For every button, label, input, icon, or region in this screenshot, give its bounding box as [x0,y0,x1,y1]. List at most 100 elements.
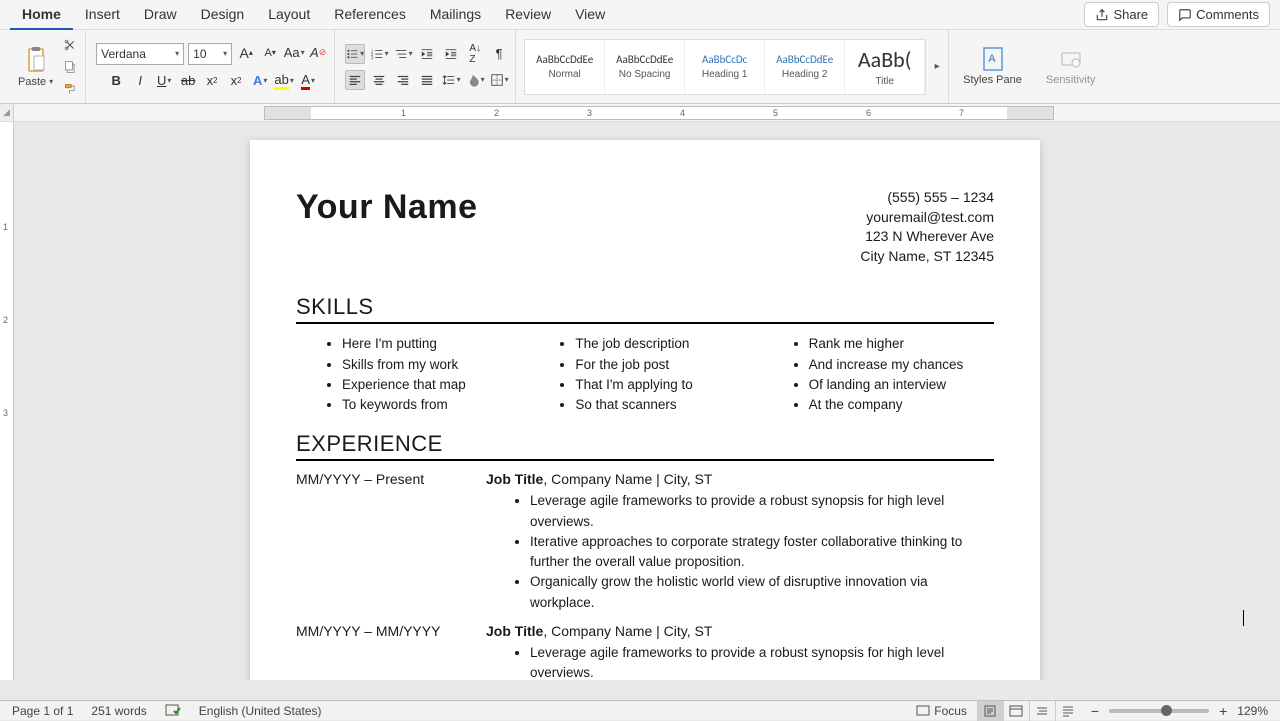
bold-button[interactable]: B [106,71,126,91]
highlight-button[interactable]: ab▾ [274,71,294,91]
clipboard-group: Paste▾ [8,30,86,103]
skill-item[interactable]: Experience that map [342,375,527,395]
skill-item[interactable]: The job description [575,334,760,354]
font-name-select[interactable]: Verdana▾ [96,43,184,65]
vertical-ruler[interactable]: 1 2 3 [0,122,14,680]
zoom-in-button[interactable]: + [1219,703,1227,719]
contact-street: 123 N Wherever Ave [860,227,994,247]
experience-bullet[interactable]: Iterative approaches to corporate strate… [530,532,994,573]
job-line: Job Title, Company Name | City, ST [486,623,994,639]
draft-view-button[interactable] [1055,701,1081,721]
experience-bullet[interactable]: Leverage agile frameworks to provide a r… [530,491,994,532]
focus-icon[interactable]: Focus [916,704,967,718]
tab-layout[interactable]: Layout [256,0,322,30]
skill-item[interactable]: So that scanners [575,395,760,415]
skill-item[interactable]: And increase my chances [809,355,994,375]
tab-mailings[interactable]: Mailings [418,0,493,30]
align-center-button[interactable] [369,70,389,90]
multilevel-list-button[interactable]: ▾ [393,44,413,64]
skill-item[interactable]: For the job post [575,355,760,375]
tab-home[interactable]: Home [10,0,73,30]
tab-insert[interactable]: Insert [73,0,132,30]
show-marks-button[interactable]: ¶ [489,44,509,64]
tab-draw[interactable]: Draw [132,0,189,30]
status-words[interactable]: 251 words [91,704,146,718]
text-effects-button[interactable]: A▾ [250,71,270,91]
skill-item[interactable]: Skills from my work [342,355,527,375]
subscript-button[interactable]: x2 [202,71,222,91]
style-title[interactable]: AaBb(Title [845,40,925,94]
share-button[interactable]: Share [1084,2,1159,27]
styles-pane-button[interactable]: A Styles Pane [953,42,1032,90]
cut-button[interactable] [61,36,79,54]
tabs-right: Share Comments [1084,2,1270,27]
skill-item[interactable]: At the company [809,395,994,415]
skills-heading[interactable]: SKILLS [296,294,994,320]
increase-indent-button[interactable] [441,44,461,64]
tab-design[interactable]: Design [189,0,257,30]
skill-item[interactable]: To keywords from [342,395,527,415]
justify-button[interactable] [417,70,437,90]
document-page[interactable]: Your Name (555) 555 – 1234 youremail@tes… [250,140,1040,680]
tab-review[interactable]: Review [493,0,563,30]
shrink-font-button[interactable]: A▾ [260,43,280,63]
skill-item[interactable]: That I'm applying to [575,375,760,395]
font-color-button[interactable]: A▾ [298,71,318,91]
styles-more-button[interactable]: ▸ [930,61,944,72]
resume-name[interactable]: Your Name [296,188,477,227]
superscript-button[interactable]: x2 [226,71,246,91]
sort-button[interactable]: A↓Z [465,44,485,64]
numbering-button[interactable]: 123▾ [369,44,389,64]
outline-view-button[interactable] [1029,701,1055,721]
skill-item[interactable]: Here I'm putting [342,334,527,354]
status-language[interactable]: English (United States) [199,704,322,718]
shading-button[interactable]: ▾ [465,70,485,90]
align-right-button[interactable] [393,70,413,90]
style-no-spacing[interactable]: AaBbCcDdEeNo Spacing [605,40,685,94]
styles-gallery[interactable]: AaBbCcDdEeNormalAaBbCcDdEeNo SpacingAaBb… [524,39,926,95]
style-normal[interactable]: AaBbCcDdEeNormal [525,40,605,94]
horizontal-ruler[interactable]: ◢ 1 2 3 4 5 6 7 [0,104,1280,122]
italic-button[interactable]: I [130,71,150,91]
sensitivity-button[interactable]: Sensitivity [1036,44,1106,90]
web-layout-view-button[interactable] [1003,701,1029,721]
clear-formatting-button[interactable]: A⊘ [308,43,328,63]
style-heading-2[interactable]: AaBbCcDdEeHeading 2 [765,40,845,94]
skill-item[interactable]: Rank me higher [809,334,994,354]
skill-item[interactable]: Of landing an interview [809,375,994,395]
copy-button[interactable] [61,58,79,76]
contact-block[interactable]: (555) 555 – 1234 youremail@test.com 123 … [860,188,994,266]
zoom-slider[interactable] [1109,709,1209,713]
experience-heading[interactable]: EXPERIENCE [296,431,994,457]
decrease-indent-button[interactable] [417,44,437,64]
borders-button[interactable]: ▾ [489,70,509,90]
change-case-button[interactable]: Aa▾ [284,43,304,63]
experience-item[interactable]: MM/YYYY – MM/YYYY Job Title, Company Name… [296,623,994,680]
styles-group: AaBbCcDdEeNormalAaBbCcDdEeNo SpacingAaBb… [520,30,949,103]
underline-button[interactable]: U▾ [154,71,174,91]
format-painter-button[interactable] [61,80,79,98]
grow-font-button[interactable]: A▴ [236,43,256,63]
zoom-out-button[interactable]: − [1091,703,1099,719]
spellcheck-icon[interactable] [165,704,181,718]
svg-text:A: A [988,53,996,65]
experience-bullet[interactable]: Leverage agile frameworks to provide a r… [530,643,994,680]
strikethrough-button[interactable]: ab [178,71,198,91]
align-left-button[interactable] [345,70,365,90]
zoom-level[interactable]: 129% [1237,704,1268,718]
experience-dates: MM/YYYY – MM/YYYY [296,623,456,680]
font-group: Verdana▾ 10▾ A▴ A▾ Aa▾ A⊘ B I U▾ ab x2 x… [90,30,335,103]
status-page[interactable]: Page 1 of 1 [12,704,73,718]
style-heading-1[interactable]: AaBbCcDcHeading 1 [685,40,765,94]
paste-button[interactable]: Paste▾ [14,42,57,92]
experience-item[interactable]: MM/YYYY – PresentJob Title, Company Name… [296,471,994,613]
print-layout-view-button[interactable] [977,701,1003,721]
line-spacing-button[interactable]: ▾ [441,70,461,90]
bullets-button[interactable]: ▾ [345,44,365,64]
experience-bullet[interactable]: Organically grow the holistic world view… [530,572,994,613]
skills-columns[interactable]: Here I'm puttingSkills from my workExper… [296,334,994,415]
tab-references[interactable]: References [322,0,418,30]
font-size-select[interactable]: 10▾ [188,43,232,65]
tab-view[interactable]: View [563,0,617,30]
comments-button[interactable]: Comments [1167,2,1270,27]
